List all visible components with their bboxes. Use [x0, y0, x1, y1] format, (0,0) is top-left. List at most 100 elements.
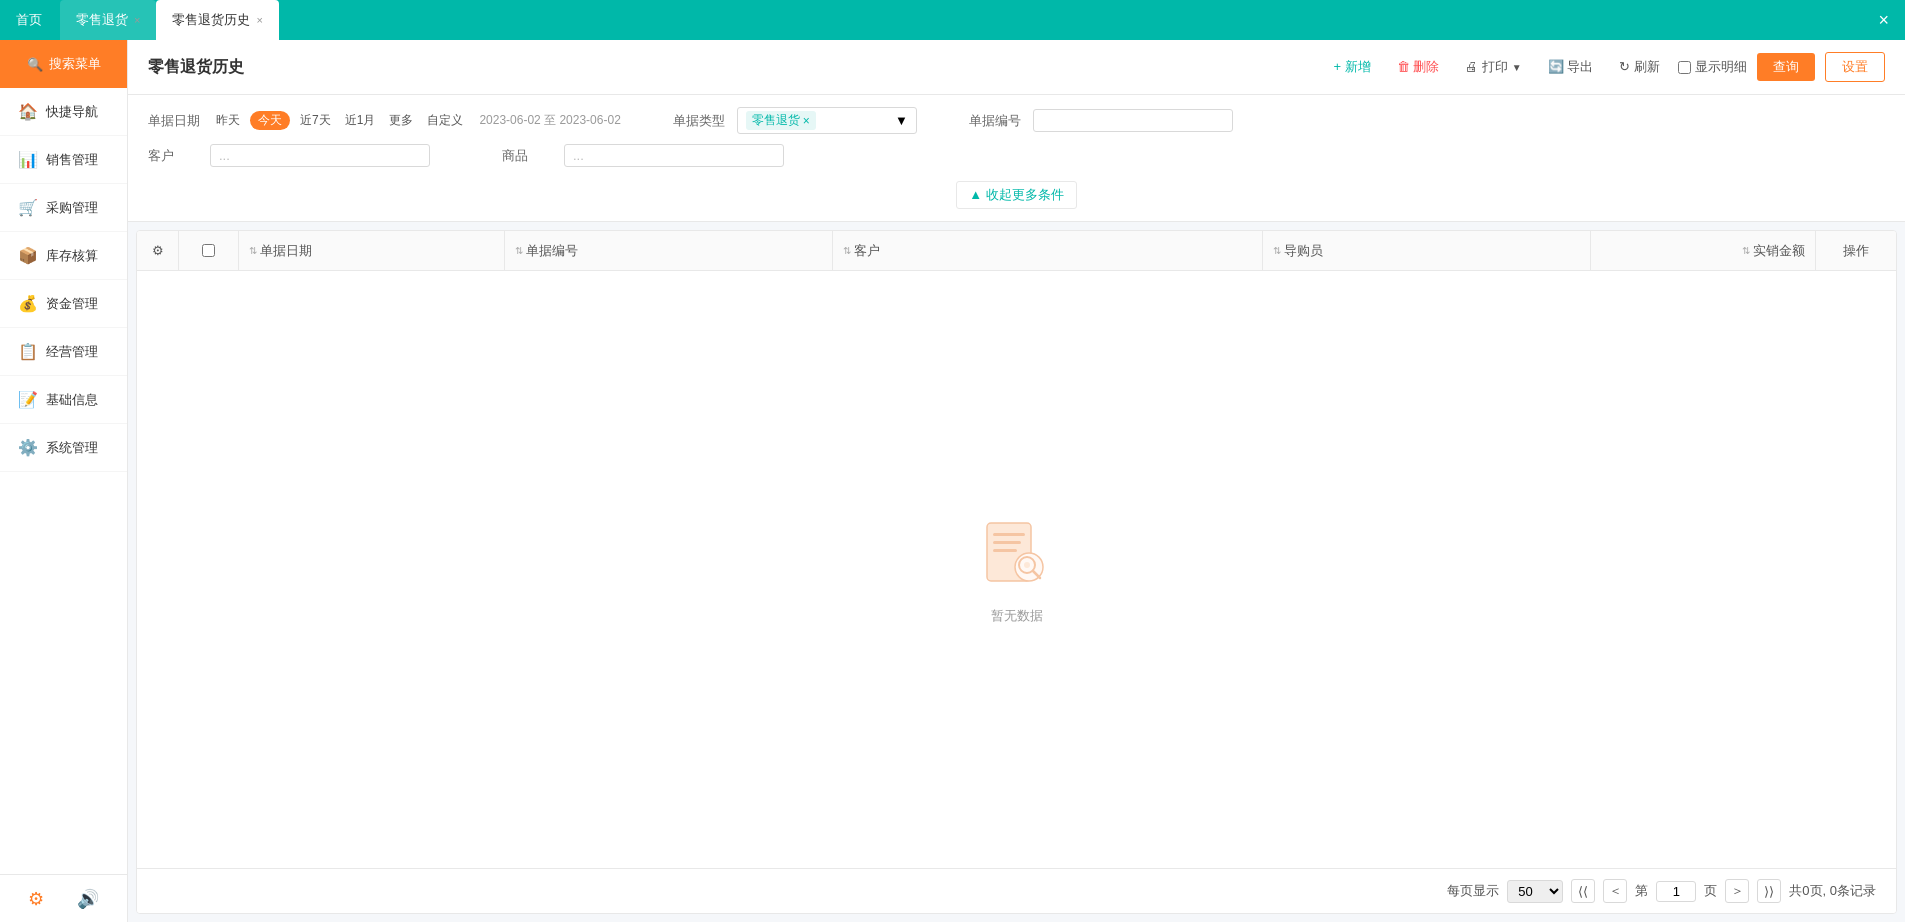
print-button[interactable]: 🖨 打印 ▼	[1457, 54, 1530, 80]
tab-home[interactable]: 首页	[0, 0, 58, 40]
sidebar-item-system[interactable]: ⚙️ 系统管理	[0, 424, 127, 472]
inventory-icon: 📦	[18, 246, 38, 265]
collapse-row: ▲ 收起更多条件	[148, 177, 1885, 213]
page-title: 零售退货历史	[148, 57, 244, 78]
system-icon: ⚙️	[18, 438, 38, 457]
date-opt-more[interactable]: 更多	[385, 111, 417, 130]
page-prev-button[interactable]: ＜	[1603, 879, 1627, 903]
th-customer[interactable]: ⇅ 客户	[833, 231, 1263, 270]
collapse-button[interactable]: ▲ 收起更多条件	[956, 181, 1076, 209]
sidebar-item-operation[interactable]: 📋 经营管理	[0, 328, 127, 376]
top-tab-bar: 首页 零售退货 × 零售退货历史 × ×	[0, 0, 1905, 40]
sidebar-nav: 🏠 快捷导航 📊 销售管理 🛒 采购管理 📦 库存核算 💰 资金管理 📋	[0, 88, 127, 874]
tab-retail-return-history[interactable]: 零售退货历史 ×	[156, 0, 278, 40]
sales-icon: 📊	[18, 150, 38, 169]
table-body: 暂无数据	[137, 271, 1896, 868]
th-guide[interactable]: ⇅ 导购员	[1263, 231, 1591, 270]
show-detail-checkbox[interactable]: 显示明细	[1678, 58, 1747, 76]
date-opt-1month[interactable]: 近1月	[341, 111, 380, 130]
type-tag-close[interactable]: ×	[803, 114, 810, 128]
operation-icon: 📋	[18, 342, 38, 361]
purchase-icon: 🛒	[18, 198, 38, 217]
per-page-select[interactable]: 50 10 20 100	[1507, 880, 1563, 903]
table-header: ⚙ ⇅ 单据日期 ⇅ 单据编号 ⇅ 客户 ⇅	[137, 231, 1896, 271]
filter-row-2: 客户 ... 商品 ...	[148, 144, 1885, 167]
sort-icon-amount: ⇅	[1742, 245, 1750, 256]
docno-filter-label: 单据编号	[969, 112, 1021, 130]
sidebar-item-label: 采购管理	[46, 199, 98, 217]
customer-filter-select[interactable]: ...	[210, 144, 430, 167]
date-opt-custom[interactable]: 自定义	[423, 111, 467, 130]
tab-retail-return-close[interactable]: ×	[134, 14, 140, 26]
sidebar-bottom: ⚙ 🔊	[0, 874, 127, 922]
sidebar-item-label: 库存核算	[46, 247, 98, 265]
page-next-button[interactable]: ＞	[1725, 879, 1749, 903]
print-chevron-icon: ▼	[1512, 62, 1522, 73]
date-opt-7days[interactable]: 近7天	[296, 111, 335, 130]
sidebar-search-label: 搜索菜单	[49, 55, 101, 73]
th-date[interactable]: ⇅ 单据日期	[239, 231, 505, 270]
type-filter-select[interactable]: 零售退货 × ▼	[737, 107, 917, 134]
date-opt-yesterday[interactable]: 昨天	[212, 111, 244, 130]
content-area: 零售退货历史 + 新增 🗑 删除 🖨 打印 ▼ 🔄 导出 ↻ 刷新	[128, 40, 1905, 922]
svg-rect-1	[993, 533, 1025, 536]
show-detail-input[interactable]	[1678, 61, 1691, 74]
filter-area: 单据日期 昨天 今天 近7天 近1月 更多 自定义 2023-06-02 至 2…	[128, 95, 1905, 222]
filter-row-1: 单据日期 昨天 今天 近7天 近1月 更多 自定义 2023-06-02 至 2…	[148, 107, 1885, 134]
sidebar-item-finance[interactable]: 💰 资金管理	[0, 280, 127, 328]
search-icon: 🔍	[27, 57, 43, 72]
new-button[interactable]: + 新增	[1325, 54, 1378, 80]
main-layout: 🔍 搜索菜单 🏠 快捷导航 📊 销售管理 🛒 采购管理 📦 库存核算 💰	[0, 40, 1905, 922]
type-tag: 零售退货 ×	[746, 111, 816, 130]
select-all-checkbox[interactable]	[202, 244, 215, 257]
tab-retail-return-history-close[interactable]: ×	[256, 14, 262, 26]
sidebar-item-label: 资金管理	[46, 295, 98, 313]
svg-point-7	[1024, 562, 1030, 568]
sort-icon-guide: ⇅	[1273, 245, 1281, 256]
sidebar-item-label: 快捷导航	[46, 103, 98, 121]
sidebar-item-sales[interactable]: 📊 销售管理	[0, 136, 127, 184]
setting-button[interactable]: 设置	[1825, 52, 1885, 82]
pagination-summary: 共0页, 0条记录	[1789, 882, 1876, 900]
date-opt-today[interactable]: 今天	[250, 111, 290, 130]
type-filter-label: 单据类型	[673, 112, 725, 130]
table-settings-icon: ⚙	[152, 243, 164, 258]
type-dropdown-icon: ▼	[895, 113, 908, 128]
toolbar: + 新增 🗑 删除 🖨 打印 ▼ 🔄 导出 ↻ 刷新 显示明细	[1325, 52, 1885, 82]
sort-icon-date: ⇅	[249, 245, 257, 256]
th-settings[interactable]: ⚙	[137, 231, 179, 270]
th-no[interactable]: ⇅ 单据编号	[505, 231, 833, 270]
page-first-button[interactable]: ⟨⟨	[1571, 879, 1595, 903]
empty-state: 暂无数据	[977, 515, 1057, 625]
sidebar-item-quick-nav[interactable]: 🏠 快捷导航	[0, 88, 127, 136]
window-close-button[interactable]: ×	[1878, 10, 1889, 31]
delete-button[interactable]: 🗑 删除	[1389, 54, 1448, 80]
goods-filter-select[interactable]: ...	[564, 144, 784, 167]
query-button[interactable]: 查询	[1757, 53, 1815, 81]
date-range-display: 2023-06-02 至 2023-06-02	[479, 112, 620, 129]
page-number-input[interactable]	[1656, 881, 1696, 902]
customer-filter-label: 客户	[148, 147, 198, 165]
pagination: 每页显示 50 10 20 100 ⟨⟨ ＜ 第 页 ＞ ⟩⟩ 共0页, 0条记…	[137, 868, 1896, 913]
sidebar-item-basic[interactable]: 📝 基础信息	[0, 376, 127, 424]
audio-bottom-icon[interactable]: 🔊	[77, 888, 99, 910]
docno-filter-input[interactable]	[1033, 109, 1233, 132]
page-label-prefix: 第	[1635, 882, 1648, 900]
settings-bottom-icon[interactable]: ⚙	[28, 888, 44, 910]
page-last-button[interactable]: ⟩⟩	[1757, 879, 1781, 903]
th-action: 操作	[1816, 231, 1896, 270]
sidebar-item-label: 系统管理	[46, 439, 98, 457]
sidebar-item-label: 销售管理	[46, 151, 98, 169]
th-amount[interactable]: ⇅ 实销金额	[1591, 231, 1816, 270]
th-checkbox[interactable]	[179, 231, 239, 270]
sidebar-search[interactable]: 🔍 搜索菜单	[0, 40, 127, 88]
table-area: ⚙ ⇅ 单据日期 ⇅ 单据编号 ⇅ 客户 ⇅	[136, 230, 1897, 914]
export-button[interactable]: 🔄 导出	[1540, 54, 1602, 80]
tab-retail-return[interactable]: 零售退货 ×	[60, 0, 156, 40]
page-label-suffix: 页	[1704, 882, 1717, 900]
sidebar-item-inventory[interactable]: 📦 库存核算	[0, 232, 127, 280]
sidebar-item-purchase[interactable]: 🛒 采购管理	[0, 184, 127, 232]
refresh-button[interactable]: ↻ 刷新	[1611, 54, 1668, 80]
sort-icon-no: ⇅	[515, 245, 523, 256]
basic-icon: 📝	[18, 390, 38, 409]
